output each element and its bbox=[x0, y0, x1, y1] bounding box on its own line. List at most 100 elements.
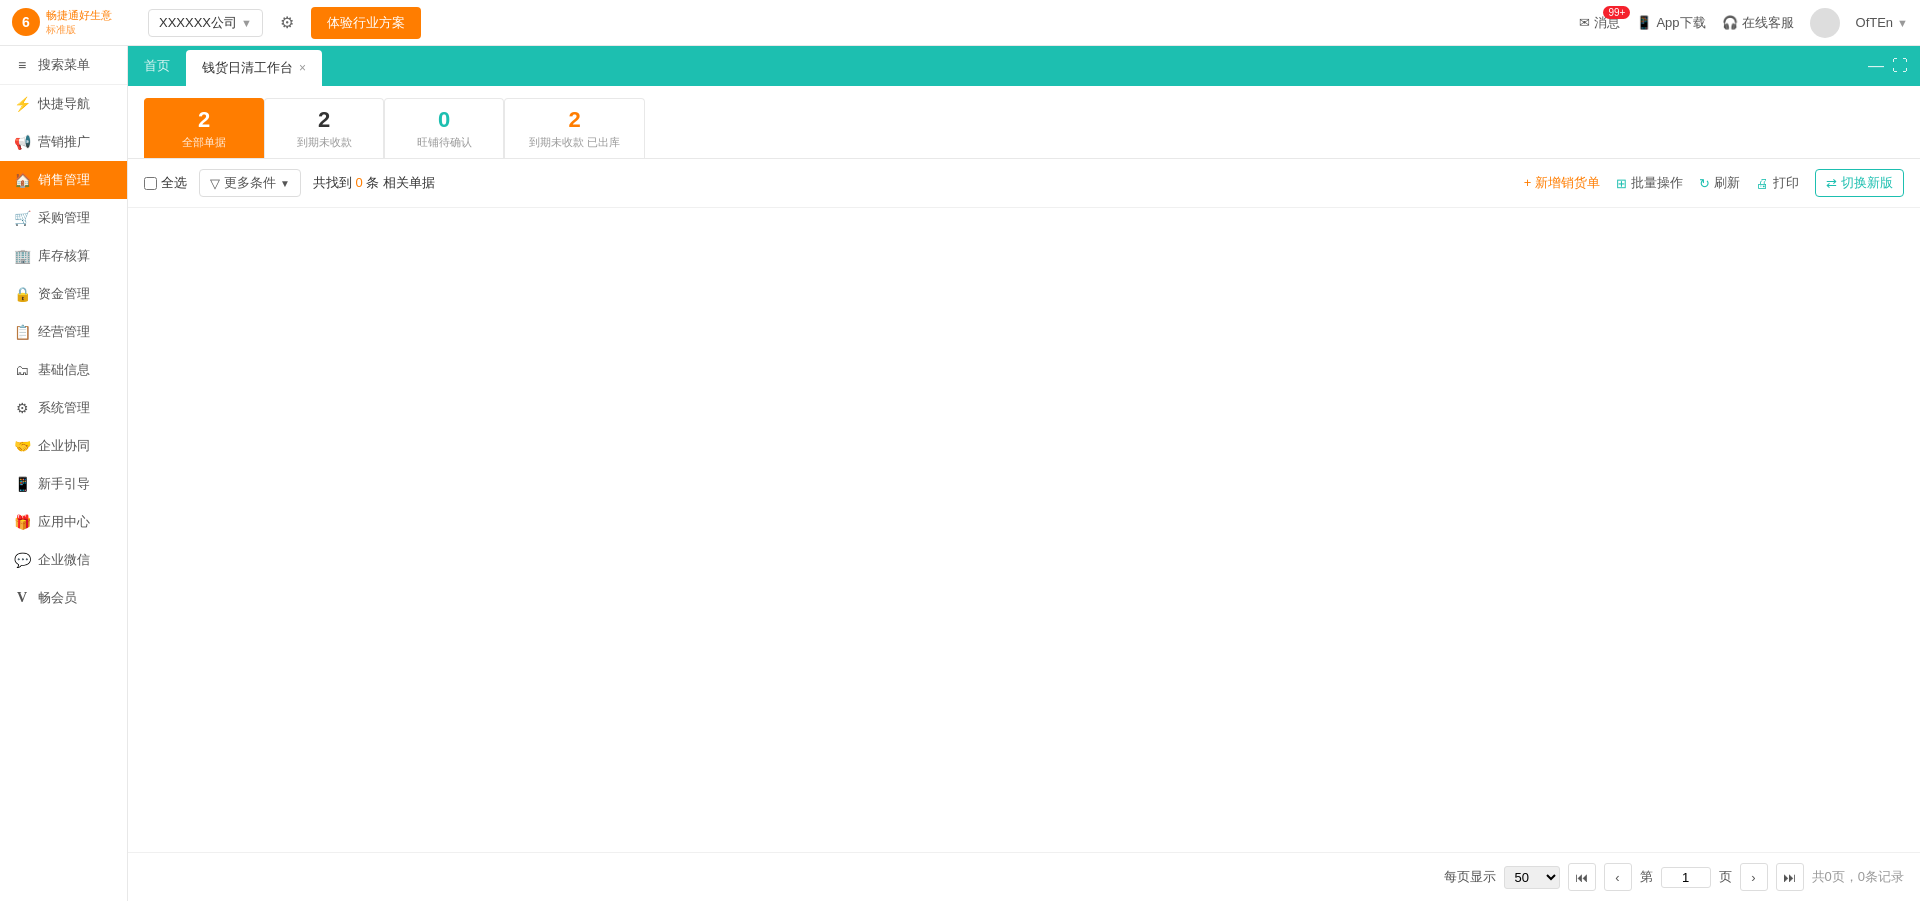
last-page-button[interactable]: ⏭ bbox=[1776, 863, 1804, 891]
message-badge: 99+ bbox=[1603, 6, 1630, 19]
app-download-button[interactable]: 📱 App下载 bbox=[1636, 14, 1705, 32]
sidebar-sales-label: 销售管理 bbox=[38, 171, 90, 189]
sidebar-system-label: 系统管理 bbox=[38, 399, 90, 417]
user-name[interactable]: OfTEn ▼ bbox=[1856, 15, 1908, 30]
add-order-button[interactable]: + 新增销货单 bbox=[1524, 174, 1600, 192]
tab-work[interactable]: 钱货日清工作台 × bbox=[186, 50, 322, 86]
sidebar-marketing-label: 营销推广 bbox=[38, 133, 90, 151]
logo-icon: 6 bbox=[12, 8, 40, 36]
page-label: 第 bbox=[1640, 868, 1653, 886]
tab-minimize-button[interactable]: — bbox=[1868, 57, 1884, 75]
message-button[interactable]: ✉ 消息 99+ bbox=[1579, 14, 1620, 32]
stat-tabs-area: 2 全部单据 2 到期未收款 0 旺铺待确认 2 到期未收款 已出库 bbox=[128, 86, 1920, 159]
page-input[interactable] bbox=[1661, 867, 1711, 888]
tab-home-label: 首页 bbox=[144, 57, 170, 75]
user-name-text: OfTEn bbox=[1856, 15, 1894, 30]
stat-tab-overdue-out[interactable]: 2 到期未收款 已出库 bbox=[504, 98, 645, 158]
sidebar-basic-info-label: 基础信息 bbox=[38, 361, 90, 379]
tab-bar: 首页 钱货日清工作台 × — ⛶ bbox=[128, 46, 1920, 86]
switch-version-button[interactable]: ⇄ 切换新版 bbox=[1815, 169, 1904, 197]
sidebar-item-weixin[interactable]: 💬 企业微信 bbox=[0, 541, 127, 579]
sidebar-item-finance[interactable]: 🔒 资金管理 bbox=[0, 275, 127, 313]
sidebar-item-app-center[interactable]: 🎁 应用中心 bbox=[0, 503, 127, 541]
page-size-label: 每页显示 bbox=[1444, 868, 1496, 886]
prev-page-button[interactable]: ‹ bbox=[1604, 863, 1632, 891]
logo-text: 畅捷通好生意 bbox=[46, 8, 112, 22]
sidebar-item-basic-info[interactable]: 🗂 基础信息 bbox=[0, 351, 127, 389]
stat-tab-overdue-out-count: 2 bbox=[529, 107, 620, 133]
stat-tab-pending[interactable]: 0 旺铺待确认 bbox=[384, 98, 504, 158]
app-download-label: App下载 bbox=[1656, 14, 1705, 32]
refresh-button[interactable]: ↻ 刷新 bbox=[1699, 174, 1740, 192]
avatar[interactable] bbox=[1810, 8, 1840, 38]
toolbar-right: + 新增销货单 ⊞ 批量操作 ↻ 刷新 🖨 打印 ⇄ bbox=[1524, 169, 1904, 197]
online-service-icon: 🎧 bbox=[1722, 15, 1738, 30]
member-icon: V bbox=[14, 590, 30, 606]
sidebar-item-sales[interactable]: 🏠 销售管理 bbox=[0, 161, 127, 199]
message-icon: ✉ bbox=[1579, 15, 1590, 30]
sidebar-item-member[interactable]: V 畅会员 bbox=[0, 579, 127, 617]
sidebar-search-label: 搜索菜单 bbox=[38, 56, 90, 74]
online-service-button[interactable]: 🎧 在线客服 bbox=[1722, 14, 1794, 32]
sidebar-item-inventory[interactable]: 🏢 库存核算 bbox=[0, 237, 127, 275]
sidebar-operations-label: 经营管理 bbox=[38, 323, 90, 341]
search-menu-icon: ≡ bbox=[14, 57, 30, 73]
batch-label: 批量操作 bbox=[1631, 174, 1683, 192]
app-center-icon: 🎁 bbox=[14, 514, 30, 530]
page-size-select[interactable]: 50 100 200 bbox=[1504, 866, 1560, 889]
stat-tab-overdue-count: 2 bbox=[289, 107, 359, 133]
enterprise-icon: 🤝 bbox=[14, 438, 30, 454]
sidebar-member-label: 畅会员 bbox=[38, 589, 77, 607]
tab-maximize-button[interactable]: ⛶ bbox=[1892, 57, 1908, 75]
app-download-icon: 📱 bbox=[1636, 15, 1652, 30]
sidebar-item-guide[interactable]: 📱 新手引导 bbox=[0, 465, 127, 503]
settings-button[interactable]: ⚙ bbox=[271, 7, 303, 39]
select-all-input[interactable] bbox=[144, 177, 157, 190]
experience-button[interactable]: 体验行业方案 bbox=[311, 7, 421, 39]
filter-label: 更多条件 bbox=[224, 174, 276, 192]
tab-work-label: 钱货日清工作台 bbox=[202, 59, 293, 77]
sidebar-quick-nav-label: 快捷导航 bbox=[38, 95, 90, 113]
stat-tabs: 2 全部单据 2 到期未收款 0 旺铺待确认 2 到期未收款 已出库 bbox=[144, 98, 1904, 158]
sidebar-item-operations[interactable]: 📋 经营管理 bbox=[0, 313, 127, 351]
next-page-button[interactable]: › bbox=[1740, 863, 1768, 891]
print-button[interactable]: 🖨 打印 bbox=[1756, 174, 1799, 192]
sidebar-item-search[interactable]: ≡ 搜索菜单 bbox=[0, 46, 127, 85]
sidebar-item-system[interactable]: ⚙ 系统管理 bbox=[0, 389, 127, 427]
purchase-icon: 🛒 bbox=[14, 210, 30, 226]
tab-close-icon[interactable]: × bbox=[299, 61, 306, 75]
batch-icon: ⊞ bbox=[1616, 176, 1627, 191]
stat-tab-all[interactable]: 2 全部单据 bbox=[144, 98, 264, 158]
logo-area: 6 畅捷通好生意 标准版 bbox=[12, 8, 140, 36]
stat-tab-overdue[interactable]: 2 到期未收款 bbox=[264, 98, 384, 158]
guide-icon: 📱 bbox=[14, 476, 30, 492]
filter-button[interactable]: ▽ 更多条件 ▼ bbox=[199, 169, 301, 197]
table-area bbox=[128, 208, 1920, 852]
tab-actions: — ⛶ bbox=[1868, 57, 1920, 75]
sidebar-item-enterprise[interactable]: 🤝 企业协同 bbox=[0, 427, 127, 465]
total-info: 共0页，0条记录 bbox=[1812, 868, 1904, 886]
tab-home[interactable]: 首页 bbox=[128, 46, 186, 86]
print-icon: 🖨 bbox=[1756, 176, 1769, 191]
pagination-bar: 每页显示 50 100 200 ⏮ ‹ 第 页 › ⏭ 共0页，0条记录 bbox=[128, 852, 1920, 901]
sidebar-item-marketing[interactable]: 📢 营销推广 bbox=[0, 123, 127, 161]
stat-tab-overdue-label: 到期未收款 bbox=[289, 135, 359, 150]
toolbar: 全选 ▽ 更多条件 ▼ 共找到 0 条 相关单据 + 新增销货单 bbox=[128, 159, 1920, 208]
sidebar-enterprise-label: 企业协同 bbox=[38, 437, 90, 455]
result-count: 0 bbox=[356, 175, 363, 190]
sidebar-purchase-label: 采购管理 bbox=[38, 209, 90, 227]
sidebar-item-quick-nav[interactable]: ⚡ 快捷导航 bbox=[0, 85, 127, 123]
select-all-checkbox[interactable]: 全选 bbox=[144, 174, 187, 192]
switch-label: 切换新版 bbox=[1841, 174, 1893, 192]
stat-tab-pending-count: 0 bbox=[409, 107, 479, 133]
first-page-button[interactable]: ⏮ bbox=[1568, 863, 1596, 891]
company-selector[interactable]: XXXXXX公司 ▼ bbox=[148, 9, 263, 37]
weixin-icon: 💬 bbox=[14, 552, 30, 568]
sidebar-guide-label: 新手引导 bbox=[38, 475, 90, 493]
company-name: XXXXXX公司 bbox=[159, 14, 237, 32]
batch-operation-button[interactable]: ⊞ 批量操作 bbox=[1616, 174, 1683, 192]
sidebar-item-purchase[interactable]: 🛒 采购管理 bbox=[0, 199, 127, 237]
toolbar-left: 全选 ▽ 更多条件 ▼ 共找到 0 条 相关单据 bbox=[144, 169, 1512, 197]
sidebar: ≡ 搜索菜单 ⚡ 快捷导航 📢 营销推广 🏠 销售管理 🛒 采购管理 🏢 库 bbox=[0, 46, 128, 901]
stat-tab-all-label: 全部单据 bbox=[169, 135, 239, 150]
